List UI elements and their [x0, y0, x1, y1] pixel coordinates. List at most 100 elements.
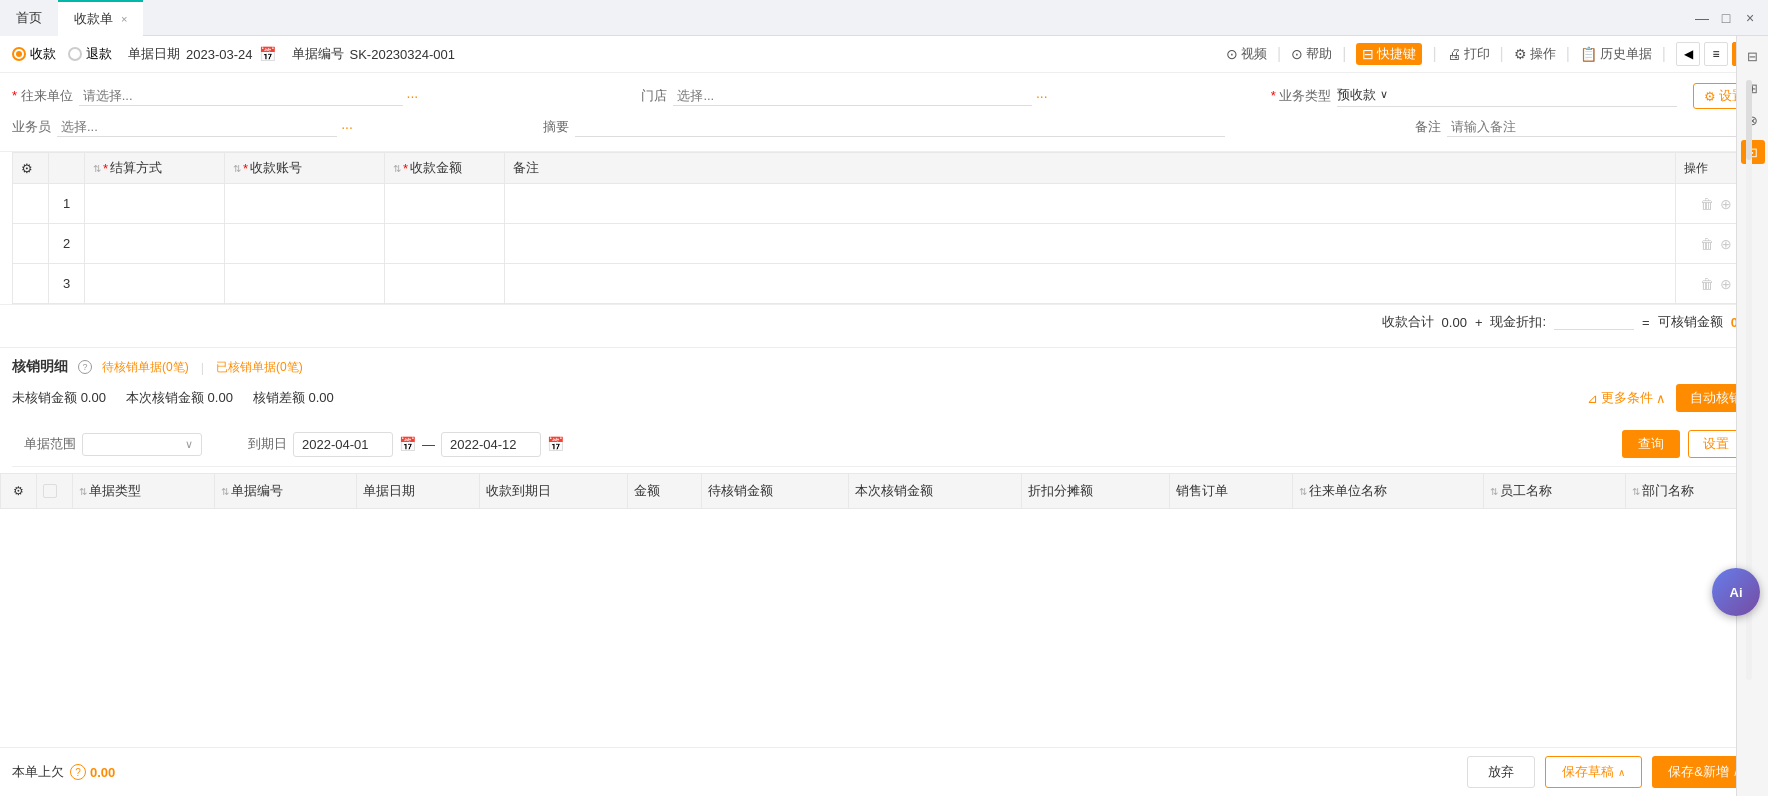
store-input[interactable]: [673, 86, 1032, 106]
counterpart-more-icon[interactable]: ···: [407, 88, 419, 104]
business-type-field: * 业务类型 预收款 ∨: [1271, 86, 1677, 107]
business-type-select[interactable]: 预收款 ∨: [1337, 86, 1677, 107]
more-filter-button[interactable]: ⊿ 更多条件 ∧: [1587, 389, 1666, 407]
td-account-1[interactable]: [225, 184, 385, 224]
doc-range-select[interactable]: ∨: [82, 433, 202, 456]
td-amount-1[interactable]: [385, 184, 505, 224]
abandon-button[interactable]: 放弃: [1467, 756, 1535, 788]
td-method-1[interactable]: [85, 184, 225, 224]
minimize-button[interactable]: —: [1692, 8, 1712, 28]
receipt-total-label: 收款合计: [1382, 313, 1434, 331]
th-num: [49, 153, 85, 184]
start-calendar-icon[interactable]: 📅: [399, 436, 416, 452]
delete-icon-3[interactable]: 🗑: [1700, 276, 1714, 292]
sidebar-chart-icon[interactable]: ⊞: [1741, 76, 1765, 100]
completed-tab[interactable]: 已核销单据(0笔): [216, 359, 303, 376]
diff-amount: 核销差额 0.00: [253, 389, 334, 407]
td-account-2[interactable]: [225, 224, 385, 264]
sidebar-expand-icon[interactable]: ⊡: [1741, 140, 1765, 164]
tab-close-icon[interactable]: ×: [121, 13, 127, 25]
sort-icon-amount: ⇅: [393, 163, 401, 174]
print-button[interactable]: 🖨 打印: [1447, 45, 1490, 63]
sidebar-table-icon[interactable]: ⊟: [1741, 44, 1765, 68]
radio-receive[interactable]: 收款: [12, 45, 56, 63]
copy-icon-3[interactable]: ⊕: [1720, 276, 1732, 292]
tab-home[interactable]: 首页: [0, 0, 58, 36]
section-title: 核销明细 ? 待核销单据(0笔) | 已核销单据(0笔): [12, 358, 1756, 376]
tab-active[interactable]: 收款单 ×: [58, 0, 143, 36]
td-amount-2[interactable]: [385, 224, 505, 264]
salesperson-more-icon[interactable]: ···: [341, 119, 353, 135]
discount-input[interactable]: [1554, 314, 1634, 330]
help-button[interactable]: ⊙ 帮助: [1291, 45, 1332, 63]
plus-sign: +: [1475, 315, 1483, 330]
close-window-button[interactable]: ×: [1740, 8, 1760, 28]
td-remark-3[interactable]: [505, 264, 1676, 304]
due-date-field: 到期日 📅 — 📅: [248, 432, 564, 457]
delete-icon-1[interactable]: 🗑: [1700, 196, 1714, 212]
doc-no-info: 单据编号 SK-20230324-001: [292, 45, 456, 63]
select-all-checkbox[interactable]: [43, 484, 57, 498]
delete-icon-2[interactable]: 🗑: [1700, 236, 1714, 252]
history-button[interactable]: 📋 历史单据: [1580, 45, 1652, 63]
doc-no-label: 单据编号: [292, 45, 344, 63]
note-input[interactable]: [1447, 117, 1756, 137]
bottom-table: ⚙ ⇅单据类型 ⇅单据编号 单据日期 收款到期日: [0, 473, 1768, 509]
td-remark-2[interactable]: [505, 224, 1676, 264]
print-icon: 🖨: [1447, 46, 1461, 62]
due-date-end-input[interactable]: [441, 432, 541, 457]
calendar-icon[interactable]: 📅: [259, 46, 276, 62]
sep4: |: [1500, 45, 1504, 63]
current-label: 本次核销金额: [126, 390, 204, 405]
footer-buttons: 放弃 保存草稿 ∧ 保存&新增 ∧: [1467, 756, 1756, 788]
shortcut-button[interactable]: ⊟ 快捷键: [1356, 43, 1422, 65]
td-num-3: 3: [49, 264, 85, 304]
table-gear-icon: ⚙: [21, 161, 33, 176]
chevron-down-icon: ∨: [1380, 88, 1388, 101]
section-help-icon[interactable]: ?: [78, 360, 92, 374]
th-account-label: 收款账号: [250, 159, 302, 177]
unverified-label: 未核销金额: [12, 390, 77, 405]
ai-assistant-button[interactable]: Ai: [1712, 568, 1760, 616]
tab-active-label: 收款单: [74, 10, 113, 28]
td-method-2[interactable]: [85, 224, 225, 264]
salesperson-input[interactable]: [57, 117, 337, 137]
summary-label: 摘要: [543, 118, 569, 136]
maximize-button[interactable]: □: [1716, 8, 1736, 28]
sidebar-link-icon[interactable]: ⊗: [1741, 108, 1765, 132]
bth-settings[interactable]: ⚙: [1, 474, 37, 509]
th-settings[interactable]: ⚙: [13, 153, 49, 184]
copy-icon-1[interactable]: ⊕: [1720, 196, 1732, 212]
end-calendar-icon[interactable]: 📅: [547, 436, 564, 452]
due-date-start-input[interactable]: [293, 432, 393, 457]
td-method-3[interactable]: [85, 264, 225, 304]
video-button[interactable]: ⊙ 视频: [1226, 45, 1267, 63]
query-button[interactable]: 查询: [1622, 430, 1680, 458]
video-label: 视频: [1241, 45, 1267, 63]
radio-return[interactable]: 退款: [68, 45, 112, 63]
view-list-icon[interactable]: ≡: [1704, 42, 1728, 66]
print-label: 打印: [1464, 45, 1490, 63]
verification-stats: 未核销金额 0.00 本次核销金额 0.00 核销差额 0.00 ⊿ 更多条件 …: [12, 384, 1756, 412]
doc-date-label: 单据日期: [128, 45, 180, 63]
stat-info-icon[interactable]: ?: [70, 764, 86, 780]
counterpart-input[interactable]: [79, 86, 403, 106]
summary-input[interactable]: [575, 117, 1225, 137]
window-controls: — □ ×: [1692, 8, 1768, 28]
scroll-thumb[interactable]: [1746, 80, 1752, 160]
receipt-total-value: 0.00: [1442, 315, 1467, 330]
pending-tab[interactable]: 待核销单据(0笔): [102, 359, 189, 376]
form-area: * 往来单位 ··· 门店 ··· * 业务类型 预收款 ∨: [0, 73, 1768, 152]
tab-bar: 首页 收款单 × — □ ×: [0, 0, 1768, 36]
store-more-icon[interactable]: ···: [1036, 88, 1048, 104]
td-remark-1[interactable]: [505, 184, 1676, 224]
td-amount-3[interactable]: [385, 264, 505, 304]
view-prev-icon[interactable]: ◀: [1676, 42, 1700, 66]
td-account-3[interactable]: [225, 264, 385, 304]
form-row-2: 业务员 ··· 摘要 备注: [12, 117, 1756, 137]
copy-icon-2[interactable]: ⊕: [1720, 236, 1732, 252]
bth-discount: 折扣分摊额: [1021, 474, 1169, 509]
operate-button[interactable]: ⚙ 操作: [1514, 45, 1556, 63]
draft-button[interactable]: 保存草稿 ∧: [1545, 756, 1642, 788]
business-type-label: * 业务类型: [1271, 87, 1332, 105]
